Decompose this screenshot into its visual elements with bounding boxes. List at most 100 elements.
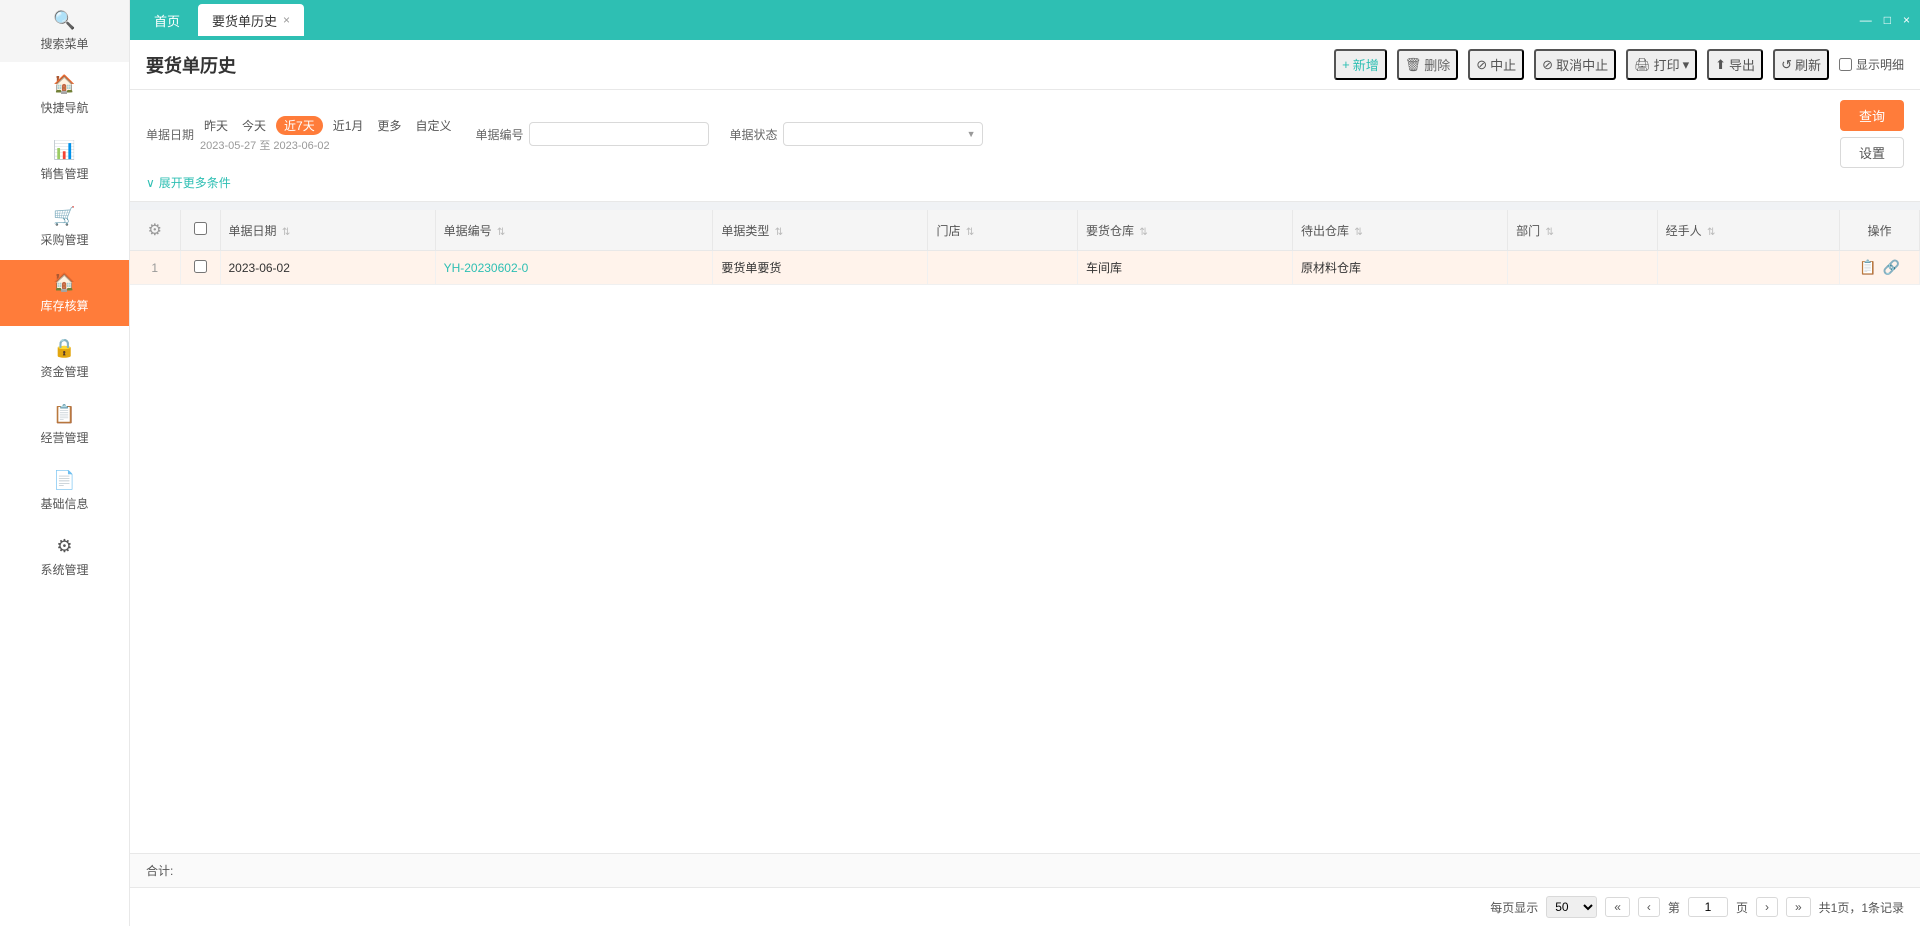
th-type[interactable]: 单据类型 ⇅ [713, 210, 928, 251]
th-settings[interactable]: ⚙ [130, 210, 180, 251]
new-button[interactable]: + 新增 [1334, 49, 1387, 80]
sort-number-icon: ⇅ [497, 227, 505, 238]
per-page-label: 每页显示 [1490, 899, 1538, 916]
maximize-icon[interactable]: □ [1884, 13, 1891, 27]
row-req-warehouse: 车间库 [1077, 251, 1292, 285]
setting-button[interactable]: 设置 [1840, 137, 1904, 168]
query-button[interactable]: 查询 [1840, 100, 1904, 131]
content-area: 要货单历史 + 新增 🗑 删除 ⊘ 中止 ⊘ 取消中止 [130, 40, 1920, 926]
row-handler [1657, 251, 1839, 285]
order-number-filter: 单据编号 [475, 122, 709, 146]
main-area: 首页 要货单历史 × — □ × 要货单历史 + 新增 🗑 删除 [130, 0, 1920, 926]
row-select-checkbox[interactable] [194, 260, 207, 273]
row-store [928, 251, 1078, 285]
home-icon: 🏠 [53, 74, 75, 95]
th-req-warehouse[interactable]: 要货仓库 ⇅ [1077, 210, 1292, 251]
delete-label: 删除 [1424, 55, 1450, 74]
page-suffix: 页 [1736, 899, 1748, 916]
status-select-wrapper [783, 122, 983, 146]
sidebar-item-basic-info[interactable]: 📄 基础信息 [0, 458, 129, 524]
sidebar-item-finance[interactable]: 🔒 资金管理 [0, 326, 129, 392]
print-button[interactable]: 🖨 打印 ▾ [1626, 49, 1697, 80]
table-body: 1 2023-06-02 YH-20230602-0 要货单要货 车间库 原材料… [130, 251, 1920, 285]
th-checkbox [180, 210, 220, 251]
sidebar-item-sales[interactable]: 📊 销售管理 [0, 128, 129, 194]
row-index: 1 [130, 251, 180, 285]
sidebar-item-label: 资金管理 [40, 363, 88, 380]
shortcut-today[interactable]: 今天 [238, 116, 270, 135]
sidebar-search-label: 搜索菜单 [40, 35, 88, 52]
export-button[interactable]: ⬆ 导出 [1707, 49, 1763, 80]
sidebar-item-label: 采购管理 [40, 231, 88, 248]
sidebar-item-quick-nav[interactable]: 🏠 快捷导航 [0, 62, 129, 128]
display-detail-checkbox[interactable] [1839, 58, 1852, 71]
sidebar-item-label: 系统管理 [40, 561, 88, 578]
row-number[interactable]: YH-20230602-0 [435, 251, 713, 285]
row-number-link[interactable]: YH-20230602-0 [444, 261, 529, 275]
display-detail-label: 显示明细 [1856, 56, 1904, 73]
row-dept [1508, 251, 1658, 285]
tab-home[interactable]: 首页 [140, 4, 194, 36]
last-page-button[interactable]: » [1786, 897, 1811, 917]
print-icon: 🖨 [1634, 57, 1651, 73]
row-date: 2023-06-02 [220, 251, 435, 285]
sidebar-item-inventory[interactable]: 🏠 库存核算 [0, 260, 129, 326]
date-shortcuts: 昨天 今天 近7天 近1月 更多 自定义 [200, 116, 455, 135]
row-view-icon[interactable]: 📋 [1859, 259, 1876, 276]
shortcut-7days[interactable]: 近7天 [276, 116, 323, 135]
display-detail-toggle[interactable]: 显示明细 [1839, 56, 1904, 73]
row-link-icon[interactable]: 🔗 [1883, 259, 1900, 276]
minimize-icon[interactable]: — [1860, 13, 1872, 27]
th-number[interactable]: 单据编号 ⇅ [435, 210, 713, 251]
th-date[interactable]: 单据日期 ⇅ [220, 210, 435, 251]
next-page-button[interactable]: › [1756, 897, 1778, 917]
filter-area: 单据日期 昨天 今天 近7天 近1月 更多 自定义 2023-05-27 至 2… [130, 90, 1920, 202]
first-page-button[interactable]: « [1605, 897, 1630, 917]
row-checkbox [180, 251, 220, 285]
tab-active[interactable]: 要货单历史 × [198, 4, 304, 36]
window-controls: — □ × [1860, 13, 1910, 27]
th-store[interactable]: 门店 ⇅ [928, 210, 1078, 251]
export-label: 导出 [1729, 55, 1755, 74]
per-page-select[interactable]: 50 100 [1546, 896, 1597, 918]
sidebar: 🔍 搜索菜单 🏠 快捷导航 📊 销售管理 🛒 采购管理 🏠 库存核算 🔒 资金管… [0, 0, 130, 926]
settings-icon[interactable]: ⚙ [148, 222, 162, 239]
sort-type-icon: ⇅ [775, 227, 783, 238]
prev-page-button[interactable]: ‹ [1638, 897, 1660, 917]
shortcut-1month[interactable]: 近1月 [329, 116, 368, 135]
table-container: ⚙ 单据日期 ⇅ 单据编号 ⇅ [130, 210, 1920, 853]
status-label: 单据状态 [729, 126, 777, 143]
close-icon[interactable]: × [1903, 13, 1910, 27]
th-handler[interactable]: 经手人 ⇅ [1657, 210, 1839, 251]
th-dept[interactable]: 部门 ⇅ [1508, 210, 1658, 251]
expand-more[interactable]: ∨ 展开更多条件 [146, 174, 1904, 191]
page-header: 要货单历史 + 新增 🗑 删除 ⊘ 中止 ⊘ 取消中止 [130, 40, 1920, 90]
th-dept-label: 部门 [1516, 224, 1540, 238]
refresh-label: 刷新 [1795, 55, 1821, 74]
sidebar-item-label: 快捷导航 [40, 99, 88, 116]
sidebar-item-operations[interactable]: 📋 经营管理 [0, 392, 129, 458]
page-number-input[interactable] [1688, 897, 1728, 917]
sidebar-item-system[interactable]: ⚙ 系统管理 [0, 524, 129, 590]
stop-icon: ⊘ [1476, 57, 1487, 73]
print-label: 打印 [1654, 55, 1680, 74]
shortcut-more[interactable]: 更多 [373, 116, 405, 135]
sort-date-icon: ⇅ [282, 227, 290, 238]
shortcut-yesterday[interactable]: 昨天 [200, 116, 232, 135]
sidebar-item-purchase[interactable]: 🛒 采购管理 [0, 194, 129, 260]
sidebar-search[interactable]: 🔍 搜索菜单 [0, 0, 129, 62]
new-icon: + [1342, 57, 1350, 72]
order-number-input[interactable] [529, 122, 709, 146]
shortcut-custom[interactable]: 自定义 [411, 116, 455, 135]
stop-button[interactable]: ⊘ 中止 [1468, 49, 1524, 80]
select-all-checkbox[interactable] [194, 222, 207, 235]
tab-close-icon[interactable]: × [283, 13, 290, 27]
export-icon: ⬆ [1715, 57, 1726, 73]
status-select[interactable] [783, 122, 983, 146]
refresh-button[interactable]: ↺ 刷新 [1773, 49, 1829, 80]
th-pending-warehouse[interactable]: 待出仓库 ⇅ [1293, 210, 1508, 251]
sort-req-icon: ⇅ [1139, 227, 1147, 238]
sort-dept-icon: ⇅ [1545, 227, 1553, 238]
delete-button[interactable]: 🗑 删除 [1397, 49, 1459, 80]
cancel-stop-button[interactable]: ⊘ 取消中止 [1534, 49, 1616, 80]
